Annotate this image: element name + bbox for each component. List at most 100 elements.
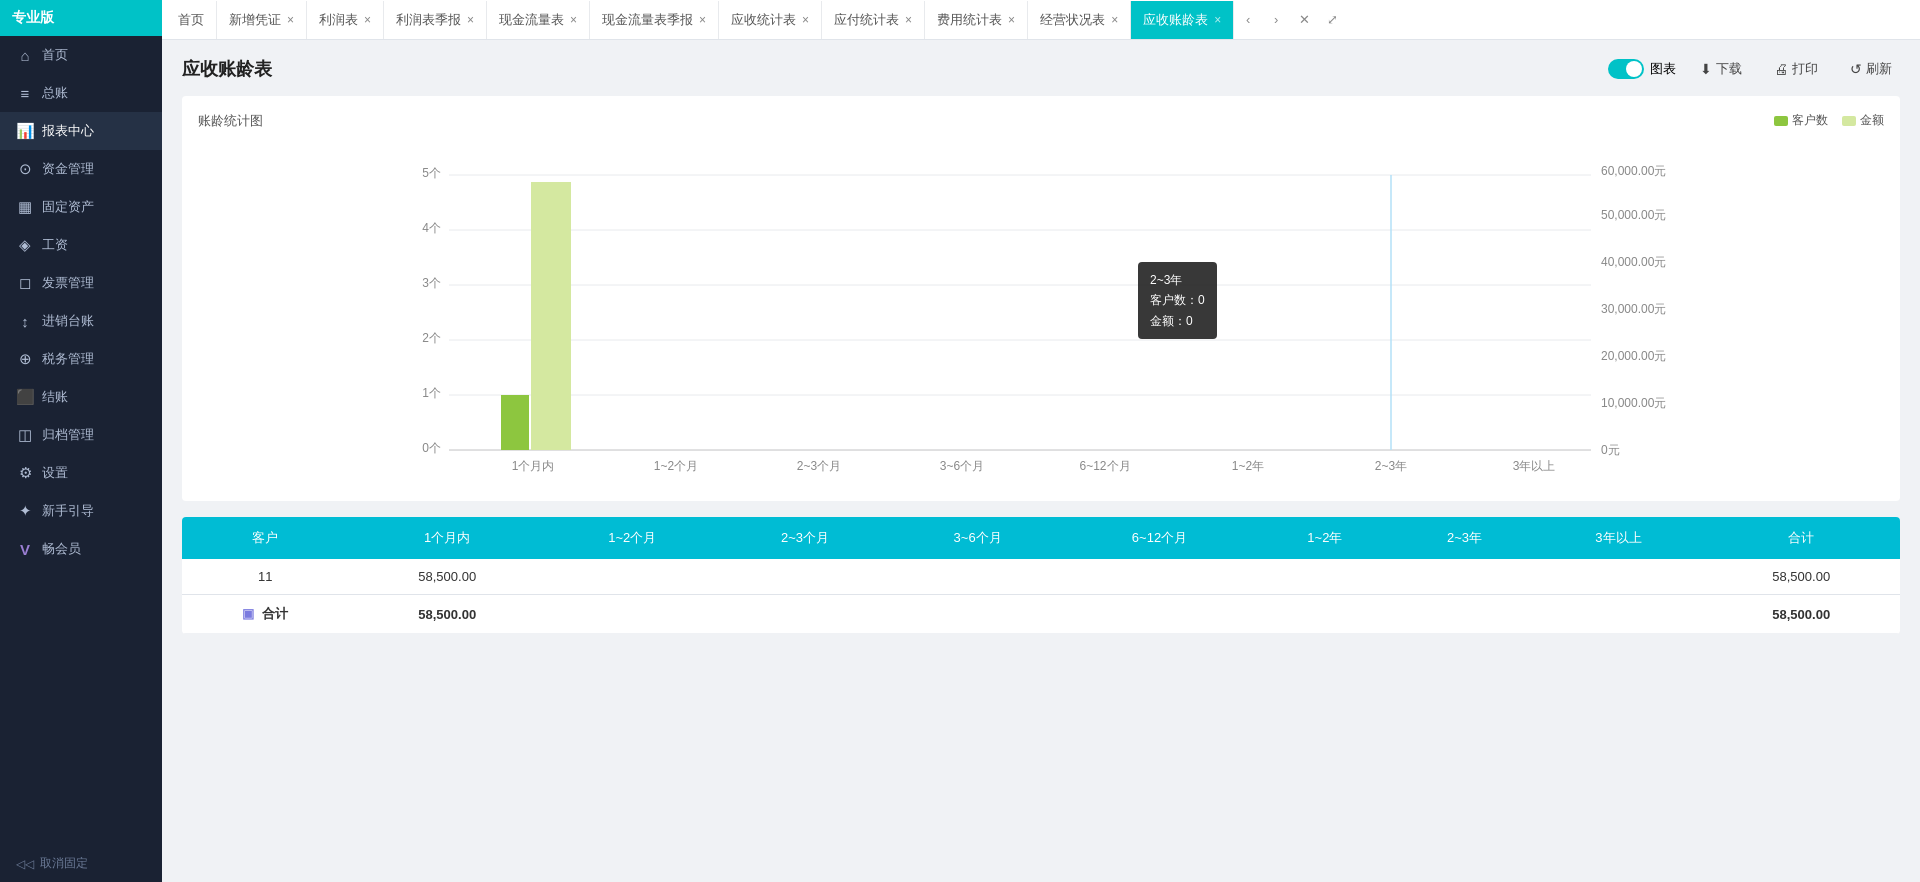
svg-text:1~2年: 1~2年 bbox=[1232, 459, 1264, 473]
tab-ap-stat[interactable]: 应付统计表 × bbox=[822, 1, 925, 39]
bar-customer-0 bbox=[501, 395, 529, 450]
tab-bar: 首页 新增凭证 × 利润表 × 利润表季报 × 现金流量表 × 现金流量表季报 … bbox=[162, 0, 1920, 40]
chart-container: 账龄统计图 客户数 金额 0个 1个 2个 3个 4个 bbox=[182, 96, 1900, 501]
bar-amount-0 bbox=[531, 182, 571, 450]
total-label: ▣ 合计 bbox=[182, 595, 348, 634]
content-area: 应收账龄表 图表 ⬇ 下载 🖨 打印 ↺ 刷新 bbox=[162, 40, 1920, 882]
svg-text:1个: 1个 bbox=[422, 386, 441, 400]
refresh-icon: ↺ bbox=[1850, 61, 1862, 77]
col-header-total: 合计 bbox=[1702, 517, 1900, 559]
toggle-track[interactable] bbox=[1608, 59, 1644, 79]
col-header-m4: 3~6个月 bbox=[891, 517, 1064, 559]
cell-m4 bbox=[891, 559, 1064, 595]
invoice-icon: ◻ bbox=[16, 274, 34, 292]
sidebar-item-label: 畅会员 bbox=[42, 540, 81, 558]
tab-profit[interactable]: 利润表 × bbox=[307, 1, 384, 39]
download-btn[interactable]: ⬇ 下载 bbox=[1692, 56, 1750, 82]
tab-ar-aging[interactable]: 应收账龄表 × bbox=[1131, 1, 1234, 39]
total-m7 bbox=[1395, 595, 1535, 634]
table-total-row: ▣ 合计 58,500.00 58,500.00 bbox=[182, 595, 1900, 634]
sidebar-item-member[interactable]: V 畅会员 bbox=[0, 530, 162, 568]
sidebar-item-label: 结账 bbox=[42, 388, 68, 406]
col-header-m5: 6~12个月 bbox=[1064, 517, 1255, 559]
chart-toggle-label: 图表 bbox=[1650, 60, 1676, 78]
sidebar-bottom-label: 取消固定 bbox=[40, 855, 88, 872]
asset-icon: ▦ bbox=[16, 198, 34, 216]
svg-text:3个: 3个 bbox=[422, 276, 441, 290]
svg-text:3年以上: 3年以上 bbox=[1513, 459, 1556, 473]
sidebar-item-label: 新手引导 bbox=[42, 502, 94, 520]
sidebar-item-label: 税务管理 bbox=[42, 350, 94, 368]
tab-close-profit-quarter[interactable]: × bbox=[467, 13, 474, 27]
archive-icon: ◫ bbox=[16, 426, 34, 444]
sidebar: 专业版 ⌂ 首页 ≡ 总账 📊 报表中心 ⊙ 资金管理 ▦ 固定资产 ◈ 工资 … bbox=[0, 0, 162, 882]
tab-maximize-btn[interactable]: ⤢ bbox=[1318, 1, 1346, 39]
sidebar-item-home[interactable]: ⌂ 首页 bbox=[0, 36, 162, 74]
sidebar-item-label: 固定资产 bbox=[42, 198, 94, 216]
svg-text:10,000.00元: 10,000.00元 bbox=[1601, 396, 1666, 410]
tab-close-expense-stat[interactable]: × bbox=[1008, 13, 1015, 27]
tab-close-new-voucher[interactable]: × bbox=[287, 13, 294, 27]
tab-close-cashflow[interactable]: × bbox=[570, 13, 577, 27]
sidebar-item-ledger[interactable]: ≡ 总账 bbox=[0, 74, 162, 112]
tab-expense-stat[interactable]: 费用统计表 × bbox=[925, 1, 1028, 39]
tab-close-biz-status[interactable]: × bbox=[1111, 13, 1118, 27]
sidebar-item-tax[interactable]: ⊕ 税务管理 bbox=[0, 340, 162, 378]
tab-biz-status[interactable]: 经营状况表 × bbox=[1028, 1, 1131, 39]
tab-close-all-btn[interactable]: ✕ bbox=[1290, 1, 1318, 39]
tab-new-voucher[interactable]: 新增凭证 × bbox=[217, 1, 307, 39]
chart-svg: 0个 1个 2个 3个 4个 5个 bbox=[198, 142, 1884, 482]
print-btn[interactable]: 🖨 打印 bbox=[1766, 56, 1826, 82]
sidebar-item-label: 报表中心 bbox=[42, 122, 94, 140]
total-m5 bbox=[1064, 595, 1255, 634]
sidebar-item-archive[interactable]: ◫ 归档管理 bbox=[0, 416, 162, 454]
sidebar-item-asset[interactable]: ▦ 固定资产 bbox=[0, 188, 162, 226]
sidebar-item-close[interactable]: ⬛ 结账 bbox=[0, 378, 162, 416]
tab-prev-btn[interactable]: ‹ bbox=[1234, 1, 1262, 39]
sidebar-item-invoice[interactable]: ◻ 发票管理 bbox=[0, 264, 162, 302]
tab-close-ar-aging[interactable]: × bbox=[1214, 13, 1221, 27]
chart-toggle[interactable]: 图表 bbox=[1608, 59, 1676, 79]
sidebar-item-salary[interactable]: ◈ 工资 bbox=[0, 226, 162, 264]
tab-close-ap-stat[interactable]: × bbox=[905, 13, 912, 27]
toggle-thumb bbox=[1626, 61, 1642, 77]
sidebar-item-fund[interactable]: ⊙ 资金管理 bbox=[0, 150, 162, 188]
tab-close-ar-stat[interactable]: × bbox=[802, 13, 809, 27]
sidebar-item-report[interactable]: 📊 报表中心 bbox=[0, 112, 162, 150]
close-acct-icon: ⬛ bbox=[16, 388, 34, 406]
ledger-icon: ≡ bbox=[16, 85, 34, 102]
tab-next-btn[interactable]: › bbox=[1262, 1, 1290, 39]
col-header-m3: 2~3个月 bbox=[719, 517, 892, 559]
sidebar-item-label: 归档管理 bbox=[42, 426, 94, 444]
legend-customer: 客户数 bbox=[1774, 112, 1828, 129]
table-header-row: 客户 1个月内 1~2个月 2~3个月 3~6个月 6~12个月 1~2年 2~… bbox=[182, 517, 1900, 559]
legend-amount-color bbox=[1842, 116, 1856, 126]
svg-text:1~2个月: 1~2个月 bbox=[654, 459, 698, 473]
sidebar-item-label: 发票管理 bbox=[42, 274, 94, 292]
tab-ar-stat[interactable]: 应收统计表 × bbox=[719, 1, 822, 39]
tab-cashflow-quarter[interactable]: 现金流量表季报 × bbox=[590, 1, 719, 39]
svg-text:2个: 2个 bbox=[422, 331, 441, 345]
sidebar-item-label: 设置 bbox=[42, 464, 68, 482]
tab-cashflow[interactable]: 现金流量表 × bbox=[487, 1, 590, 39]
svg-text:50,000.00元: 50,000.00元 bbox=[1601, 208, 1666, 222]
tab-home[interactable]: 首页 bbox=[166, 1, 217, 39]
table-row: 11 58,500.00 58,500.00 bbox=[182, 559, 1900, 595]
tab-profit-quarter[interactable]: 利润表季报 × bbox=[384, 1, 487, 39]
sidebar-pin-toggle[interactable]: ◁◁ 取消固定 bbox=[0, 845, 162, 882]
tab-close-cashflow-quarter[interactable]: × bbox=[699, 13, 706, 27]
total-m4 bbox=[891, 595, 1064, 634]
page-title: 应收账龄表 bbox=[182, 57, 272, 81]
col-header-m1: 1个月内 bbox=[348, 517, 545, 559]
cell-m8 bbox=[1534, 559, 1702, 595]
sidebar-item-trade[interactable]: ↕ 进销台账 bbox=[0, 302, 162, 340]
sidebar-item-guide[interactable]: ✦ 新手引导 bbox=[0, 492, 162, 530]
svg-text:0个: 0个 bbox=[422, 441, 441, 455]
tab-close-profit[interactable]: × bbox=[364, 13, 371, 27]
total-m3 bbox=[719, 595, 892, 634]
refresh-btn[interactable]: ↺ 刷新 bbox=[1842, 56, 1900, 82]
svg-text:2~3个月: 2~3个月 bbox=[797, 459, 841, 473]
sidebar-item-settings[interactable]: ⚙ 设置 bbox=[0, 454, 162, 492]
legend-customer-color bbox=[1774, 116, 1788, 126]
svg-text:4个: 4个 bbox=[422, 221, 441, 235]
